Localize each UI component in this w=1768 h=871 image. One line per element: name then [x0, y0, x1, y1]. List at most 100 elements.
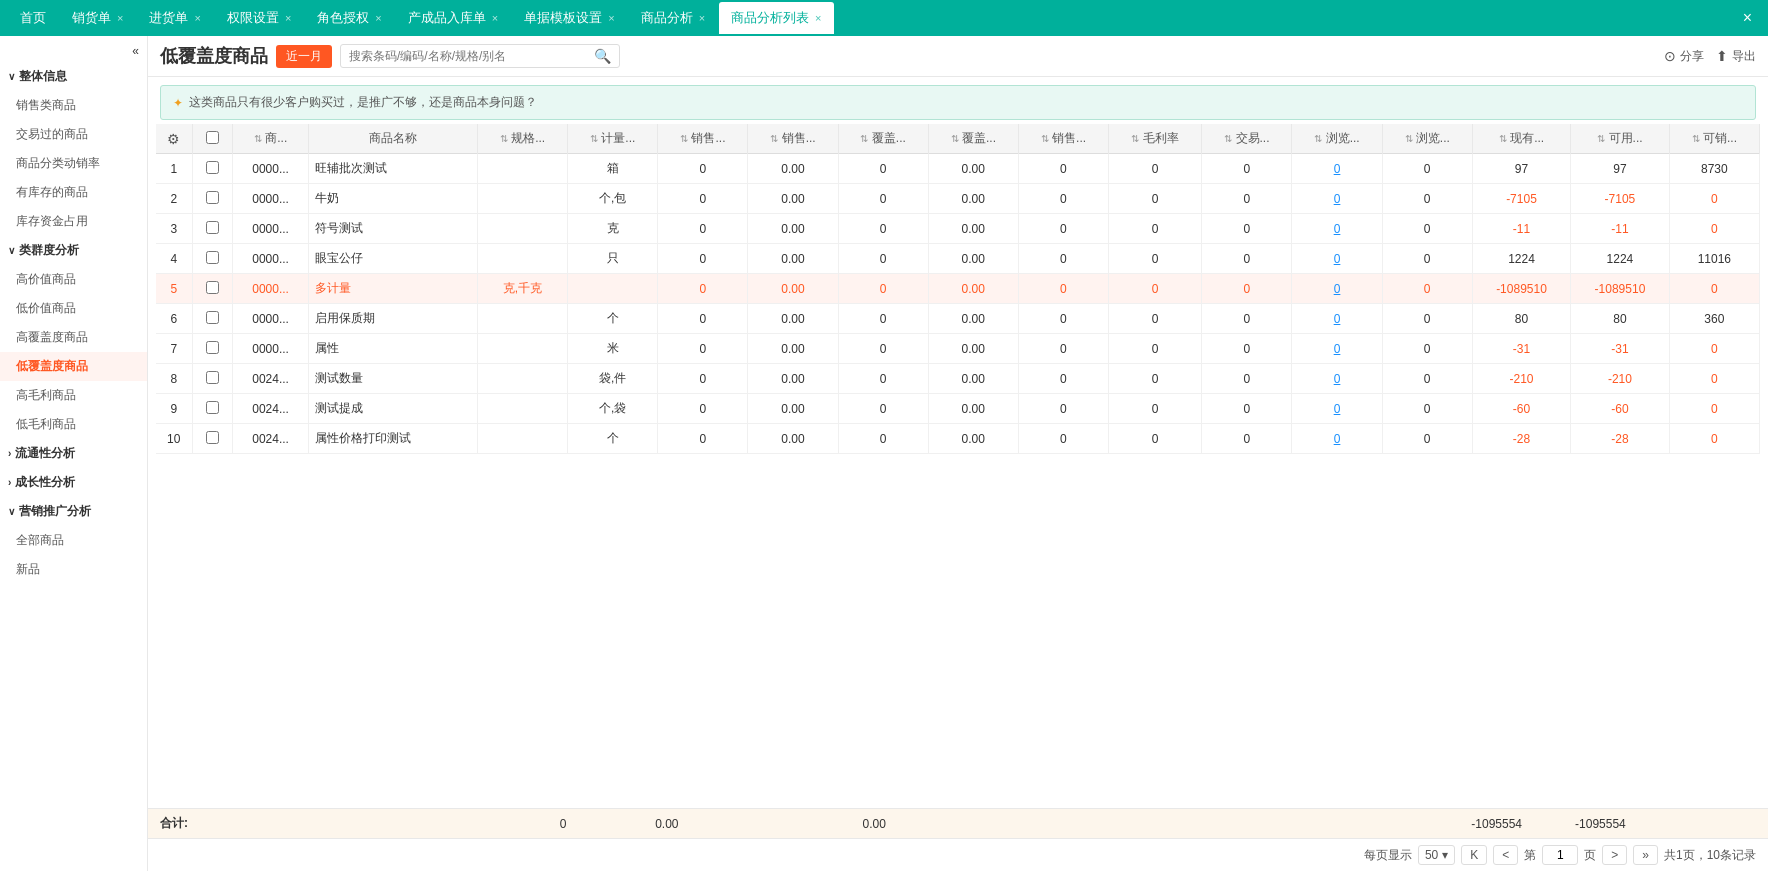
sidebar-item-stocked-goods[interactable]: 有库存的商品 — [0, 178, 147, 207]
nav-tab-home[interactable]: 首页 — [8, 2, 58, 34]
row-browse1[interactable]: 0 — [1292, 394, 1382, 424]
row-sales3: 0 — [1018, 364, 1108, 394]
col-name[interactable]: 商品名称 — [309, 124, 477, 154]
row-browse1[interactable]: 0 — [1292, 424, 1382, 454]
sidebar-item-low-profit[interactable]: 低毛利商品 — [0, 410, 147, 439]
row-checkbox[interactable] — [192, 364, 232, 394]
sidebar-item-low-coverage[interactable]: 低覆盖度商品 — [0, 352, 147, 381]
row-checkbox[interactable] — [192, 424, 232, 454]
sidebar-group-growth[interactable]: › 成长性分析 — [0, 468, 147, 497]
first-page-button[interactable]: K — [1461, 845, 1487, 865]
nav-tab-analysis[interactable]: 商品分析 × — [629, 2, 717, 34]
footer-cell-3 — [407, 817, 511, 831]
row-browse1[interactable]: 0 — [1292, 274, 1382, 304]
col-stock2[interactable]: ⇅ 可用... — [1571, 124, 1669, 154]
last-page-button[interactable]: » — [1633, 845, 1658, 865]
col-code[interactable]: ⇅ 商... — [232, 124, 309, 154]
col-stock1[interactable]: ⇅ 现有... — [1472, 124, 1570, 154]
row-browse1[interactable]: 0 — [1292, 304, 1382, 334]
col-trade[interactable]: ⇅ 交易... — [1202, 124, 1292, 154]
row-coverage2: 0.00 — [928, 334, 1018, 364]
col-browse1[interactable]: ⇅ 浏览... — [1292, 124, 1382, 154]
time-filter-button[interactable]: 近一月 — [276, 45, 332, 68]
sidebar-item-low-value[interactable]: 低价值商品 — [0, 294, 147, 323]
row-browse1[interactable]: 0 — [1292, 334, 1382, 364]
nav-tab-products[interactable]: 产成品入库单 × — [396, 2, 510, 34]
row-browse1[interactable]: 0 — [1292, 364, 1382, 394]
col-stock3[interactable]: ⇅ 可销... — [1669, 124, 1759, 154]
nav-tab-roles[interactable]: 角色授权 × — [305, 2, 393, 34]
col-coverage1[interactable]: ⇅ 覆盖... — [838, 124, 928, 154]
sidebar-collapse-button[interactable]: « — [0, 40, 147, 62]
row-checkbox[interactable] — [192, 184, 232, 214]
export-button[interactable]: ⬆ 导出 — [1716, 48, 1756, 65]
row-browse1[interactable]: 0 — [1292, 184, 1382, 214]
sidebar-item-high-profit[interactable]: 高毛利商品 — [0, 381, 147, 410]
row-browse1[interactable]: 0 — [1292, 244, 1382, 274]
row-checkbox[interactable] — [192, 154, 232, 184]
nav-tab-purchase[interactable]: 进货单 × — [137, 2, 212, 34]
nav-tab-sales[interactable]: 销货单 × — [60, 2, 135, 34]
sidebar-item-traded-goods[interactable]: 交易过的商品 — [0, 120, 147, 149]
close-icon[interactable]: × — [194, 12, 200, 24]
sidebar-item-high-value[interactable]: 高价值商品 — [0, 265, 147, 294]
nav-tab-permissions[interactable]: 权限设置 × — [215, 2, 303, 34]
row-checkbox[interactable] — [192, 334, 232, 364]
search-input[interactable] — [349, 49, 590, 63]
prev-page-button[interactable]: < — [1493, 845, 1518, 865]
row-browse1[interactable]: 0 — [1292, 154, 1382, 184]
footer-cell-1 — [200, 817, 304, 831]
col-sales3[interactable]: ⇅ 销售... — [1018, 124, 1108, 154]
row-browse1[interactable]: 0 — [1292, 214, 1382, 244]
next-page-button[interactable]: > — [1602, 845, 1627, 865]
close-icon[interactable]: × — [375, 12, 381, 24]
col-checkbox[interactable] — [192, 124, 232, 154]
row-checkbox[interactable] — [192, 244, 232, 274]
sidebar-group-circulation[interactable]: › 流通性分析 — [0, 439, 147, 468]
col-coverage2[interactable]: ⇅ 覆盖... — [928, 124, 1018, 154]
close-icon[interactable]: × — [285, 12, 291, 24]
search-icon[interactable]: 🔍 — [594, 48, 611, 64]
row-checkbox[interactable] — [192, 304, 232, 334]
close-all-tabs-button[interactable]: × — [1735, 9, 1760, 27]
close-icon[interactable]: × — [117, 12, 123, 24]
col-browse2[interactable]: ⇅ 浏览... — [1382, 124, 1472, 154]
col-settings[interactable]: ⚙ — [156, 124, 192, 154]
sidebar-group-marketing[interactable]: ∨ 营销推广分析 — [0, 497, 147, 526]
sidebar-item-inventory-capital[interactable]: 库存资金占用 — [0, 207, 147, 236]
sidebar-item-new-goods[interactable]: 新品 — [0, 555, 147, 584]
settings-icon[interactable]: ⚙ — [167, 131, 180, 147]
row-coverage1: 0 — [838, 154, 928, 184]
sidebar-group-cluster[interactable]: ∨ 类群度分析 — [0, 236, 147, 265]
row-checkbox[interactable] — [192, 214, 232, 244]
sidebar-item-all-goods[interactable]: 全部商品 — [0, 526, 147, 555]
page-number-input[interactable] — [1542, 845, 1578, 865]
sidebar-item-category-rate[interactable]: 商品分类动销率 — [0, 149, 147, 178]
row-coverage1: 0 — [838, 244, 928, 274]
close-icon[interactable]: × — [492, 12, 498, 24]
search-box[interactable]: 🔍 — [340, 44, 620, 68]
nav-tab-analysis-list[interactable]: 商品分析列表 × — [719, 2, 833, 34]
table-container[interactable]: ⚙ ⇅ 商... 商品名称 ⇅ 规格... ⇅ 计量. — [148, 124, 1768, 808]
row-checkbox[interactable] — [192, 394, 232, 424]
select-all-checkbox[interactable] — [206, 131, 219, 144]
col-sales2[interactable]: ⇅ 销售... — [748, 124, 838, 154]
close-icon[interactable]: × — [608, 12, 614, 24]
col-sales1[interactable]: ⇅ 销售... — [658, 124, 748, 154]
table-row: 7 0000... 属性 米 0 0.00 0 0.00 0 0 0 0 0 -… — [156, 334, 1760, 364]
sidebar-item-high-coverage[interactable]: 高覆盖度商品 — [0, 323, 147, 352]
nav-tab-templates[interactable]: 单据模板设置 × — [512, 2, 626, 34]
close-icon[interactable]: × — [699, 12, 705, 24]
share-button[interactable]: ⊙ 分享 — [1664, 48, 1704, 65]
close-icon[interactable]: × — [815, 12, 821, 24]
sidebar-group-overall[interactable]: ∨ 整体信息 — [0, 62, 147, 91]
footer-cell-s3 — [719, 817, 823, 831]
row-spec — [477, 214, 567, 244]
sidebar-item-sales-goods[interactable]: 销售类商品 — [0, 91, 147, 120]
col-gross-margin[interactable]: ⇅ 毛利率 — [1109, 124, 1202, 154]
per-page-select[interactable]: 50 ▾ — [1418, 845, 1455, 865]
col-spec[interactable]: ⇅ 规格... — [477, 124, 567, 154]
col-unit[interactable]: ⇅ 计量... — [568, 124, 658, 154]
row-checkbox[interactable] — [192, 274, 232, 304]
row-stock2: -7105 — [1571, 184, 1669, 214]
